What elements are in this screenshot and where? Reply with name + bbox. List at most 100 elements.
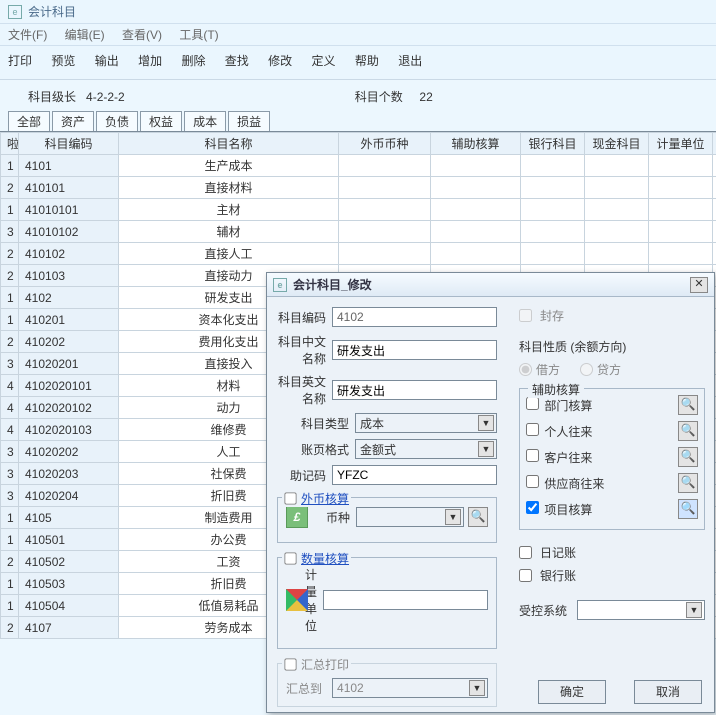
cust-label: 客户往来 — [544, 451, 592, 465]
tb-find[interactable]: 查找 — [225, 54, 249, 68]
col-bal[interactable]: 余额 — [713, 133, 716, 155]
sumprint-check[interactable] — [284, 658, 296, 670]
col-aux[interactable]: 辅助核算 — [431, 133, 521, 155]
menu-view[interactable]: 查看(V) — [122, 28, 162, 42]
col-rowno[interactable]: 啦 — [1, 133, 19, 155]
cell-aux — [431, 155, 521, 177]
col-name[interactable]: 科目名称 — [119, 133, 339, 155]
qty-unit-input[interactable] — [323, 590, 488, 610]
fc-title[interactable]: 外币核算 — [301, 490, 349, 507]
journal-check[interactable] — [519, 546, 532, 559]
row-num: 4 — [1, 397, 19, 419]
mn-input[interactable] — [332, 465, 497, 485]
cell-code: 41010101 — [19, 199, 119, 221]
tb-preview[interactable]: 预览 — [51, 54, 75, 68]
en-label: 科目英文名称 — [277, 373, 326, 407]
menu-tool[interactable]: 工具(T) — [179, 28, 218, 42]
tb-print[interactable]: 打印 — [8, 54, 32, 68]
bankacc-check[interactable] — [519, 569, 532, 582]
cell-code: 4105 — [19, 507, 119, 529]
tb-add[interactable]: 增加 — [138, 54, 162, 68]
sumprint-label: 汇总打印 — [301, 656, 349, 673]
cell-name: 主材 — [119, 199, 339, 221]
app-icon: e — [8, 5, 22, 19]
bankacc-label: 银行账 — [540, 567, 576, 584]
table-row[interactable]: 14101生产成本 — [1, 155, 716, 177]
sumprint-group: 汇总打印 汇总到 4102▼ — [277, 663, 497, 707]
ind-search-button[interactable]: 🔍 — [678, 421, 698, 441]
dialog-title-bar[interactable]: e 会计科目_修改 ✕ — [267, 273, 714, 297]
type-combo[interactable]: 成本▼ — [355, 413, 497, 433]
cell-code: 41010102 — [19, 221, 119, 243]
cn-label: 科目中文名称 — [277, 333, 326, 367]
tb-modify[interactable]: 修改 — [268, 54, 292, 68]
debit-radio — [519, 363, 532, 376]
col-currency[interactable]: 外币币种 — [339, 133, 431, 155]
tb-help[interactable]: 帮助 — [355, 54, 379, 68]
table-row[interactable]: 2410102直接人工 — [1, 243, 716, 265]
proj-search-button[interactable]: 🔍 — [678, 499, 698, 519]
ind-check[interactable] — [526, 423, 539, 436]
tab-pl[interactable]: 损益 — [228, 111, 270, 131]
cell-name: 辅材 — [119, 221, 339, 243]
tb-export[interactable]: 输出 — [95, 54, 119, 68]
nature-label: 科目性质 (余额方向) — [519, 338, 705, 355]
supp-check[interactable] — [526, 475, 539, 488]
fc-check[interactable] — [284, 492, 296, 504]
ok-button[interactable]: 确定 — [538, 680, 606, 704]
tb-exit[interactable]: 退出 — [398, 54, 422, 68]
table-row[interactable]: 341010102辅材 — [1, 221, 716, 243]
fc-search-button[interactable]: 🔍 — [468, 507, 488, 527]
col-bank[interactable]: 银行科目 — [521, 133, 585, 155]
chevron-down-icon: ▼ — [469, 680, 485, 696]
chevron-down-icon: ▼ — [478, 441, 494, 457]
cell-code: 4102020103 — [19, 419, 119, 441]
tab-all[interactable]: 全部 — [8, 111, 50, 131]
cell-unit — [649, 243, 713, 265]
row-num: 1 — [1, 287, 19, 309]
proj-check[interactable] — [526, 501, 539, 514]
tb-define[interactable]: 定义 — [312, 54, 336, 68]
cell-currency — [339, 221, 431, 243]
tab-liab[interactable]: 负债 — [96, 111, 138, 131]
cell-cash — [585, 155, 649, 177]
ctrlsys-combo[interactable]: ▼ — [577, 600, 705, 620]
credit-radio — [580, 363, 593, 376]
proj-label: 项目核算 — [544, 503, 592, 517]
col-code[interactable]: 科目编码 — [19, 133, 119, 155]
fc-cur-combo[interactable]: ▼ — [356, 507, 464, 527]
cell-code: 410202 — [19, 331, 119, 353]
tb-delete[interactable]: 删除 — [181, 54, 205, 68]
table-row[interactable]: 2410101直接材料 — [1, 177, 716, 199]
en-input[interactable] — [332, 380, 497, 400]
code-input[interactable] — [332, 307, 497, 327]
supp-search-button[interactable]: 🔍 — [678, 473, 698, 493]
col-cash[interactable]: 现金科目 — [585, 133, 649, 155]
cell-code: 410501 — [19, 529, 119, 551]
close-button[interactable]: ✕ — [690, 277, 708, 293]
cell-bal — [713, 243, 716, 265]
supp-label: 供应商往来 — [544, 477, 604, 491]
tab-asset[interactable]: 资产 — [52, 111, 94, 131]
qty-title[interactable]: 数量核算 — [301, 550, 349, 567]
qty-check[interactable] — [284, 552, 296, 564]
row-num: 2 — [1, 265, 19, 287]
menu-file[interactable]: 文件(F) — [8, 28, 47, 42]
table-row[interactable]: 141010101主材 — [1, 199, 716, 221]
tab-cost[interactable]: 成本 — [184, 111, 226, 131]
cancel-button[interactable]: 取消 — [634, 680, 702, 704]
sumto-combo[interactable]: 4102▼ — [332, 678, 488, 698]
tab-equity[interactable]: 权益 — [140, 111, 182, 131]
window-title-text: 会计科目 — [28, 3, 76, 20]
cust-check[interactable] — [526, 449, 539, 462]
cn-input[interactable] — [332, 340, 497, 360]
cell-aux — [431, 199, 521, 221]
fmt-combo[interactable]: 金额式▼ — [355, 439, 497, 459]
currency-icon: £ — [286, 506, 308, 528]
count-label: 科目个数 — [355, 90, 403, 104]
col-unit[interactable]: 计量单位 — [649, 133, 713, 155]
dept-check[interactable] — [526, 397, 539, 410]
dept-search-button[interactable]: 🔍 — [678, 395, 698, 415]
menu-edit[interactable]: 编辑(E) — [65, 28, 105, 42]
cust-search-button[interactable]: 🔍 — [678, 447, 698, 467]
